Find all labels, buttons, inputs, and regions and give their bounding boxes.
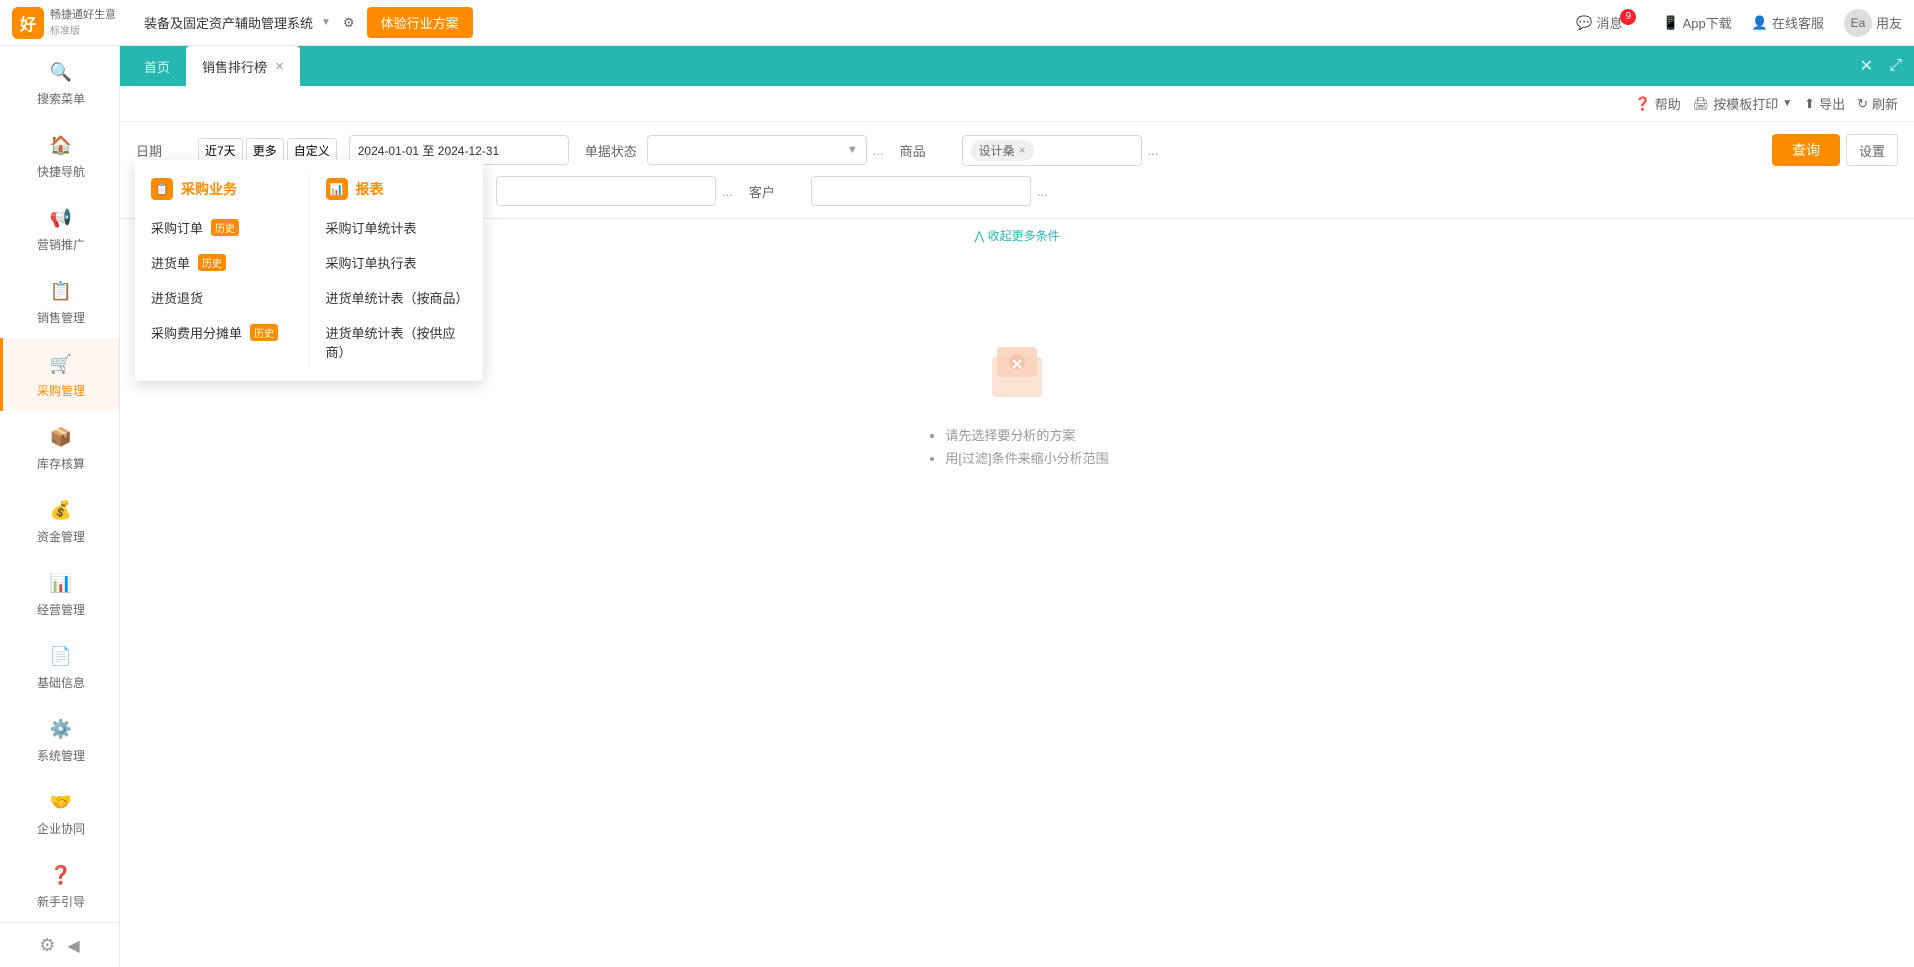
- dropdown-item-label-incoming-supplier: 进货单统计表（按供应商）: [326, 323, 468, 361]
- history-badge-purchase-cost: 历史: [250, 324, 278, 341]
- dropdown-item-incoming-supplier[interactable]: 进货单统计表（按供应商）: [322, 315, 472, 369]
- history-badge-incoming: 历史: [198, 254, 226, 271]
- dropdown-item-purchase-cost[interactable]: 采购费用分摊单 历史: [147, 315, 297, 350]
- dropdown-item-label-purchase-order: 采购订单: [151, 218, 203, 237]
- dropdown-item-label-order-stats: 采购订单统计表: [326, 218, 417, 237]
- dropdown-col1-title: 采购业务: [181, 179, 237, 199]
- reports-icon: 📊: [326, 178, 348, 200]
- dropdown-col-business: 📋 采购业务 采购订单 历史 进货单 历史 进货退货 采购费用分摊单 历史: [135, 172, 310, 369]
- dropdown-overlay[interactable]: [0, 0, 1914, 967]
- dropdown-item-label-incoming-goods: 进货单统计表（按商品）: [326, 288, 468, 307]
- dropdown-item-label-incoming: 进货单: [151, 253, 190, 272]
- dropdown-item-label-return: 进货退货: [151, 288, 203, 307]
- dropdown-item-order-stats[interactable]: 采购订单统计表: [322, 210, 472, 245]
- dropdown-item-incoming[interactable]: 进货单 历史: [147, 245, 297, 280]
- dropdown-col-reports: 📊 报表 采购订单统计表 采购订单执行表 进货单统计表（按商品） 进货单统计表（…: [310, 172, 484, 369]
- dropdown-item-label-order-exec: 采购订单执行表: [326, 253, 417, 272]
- purchase-business-icon: 📋: [151, 178, 173, 200]
- history-badge-purchase-order: 历史: [211, 219, 239, 236]
- dropdown-item-purchase-order[interactable]: 采购订单 历史: [147, 210, 297, 245]
- dropdown-item-order-exec[interactable]: 采购订单执行表: [322, 245, 472, 280]
- dropdown-col2-title: 报表: [356, 179, 384, 199]
- dropdown-col-business-header: 📋 采购业务: [147, 172, 297, 210]
- dropdown-item-return[interactable]: 进货退货: [147, 280, 297, 315]
- dropdown-item-incoming-goods[interactable]: 进货单统计表（按商品）: [322, 280, 472, 315]
- dropdown-col-reports-header: 📊 报表: [322, 172, 472, 210]
- purchase-dropdown-menu: 📋 采购业务 采购订单 历史 进货单 历史 进货退货 采购费用分摊单 历史 📊 …: [135, 160, 483, 381]
- dropdown-item-label-purchase-cost: 采购费用分摊单: [151, 323, 242, 342]
